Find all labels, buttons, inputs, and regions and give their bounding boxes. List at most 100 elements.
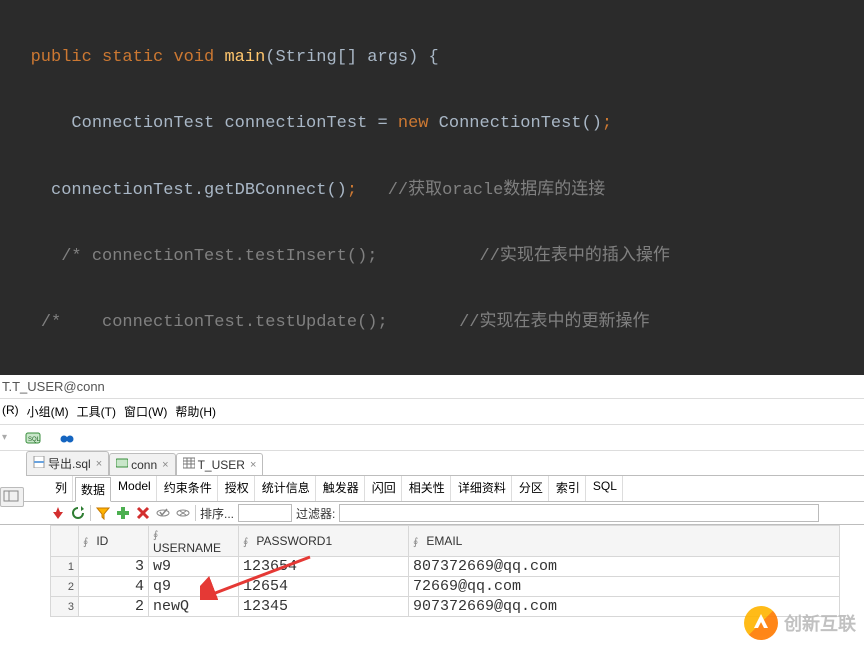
table-row[interactable]: 3 2 newQ 12345 907372669@qq.com [51, 597, 840, 617]
code-line: /* connectionTest.testInsert(); //实现在表中的… [0, 240, 864, 273]
insert-row-icon[interactable] [115, 505, 131, 521]
column-icon: ∮ [243, 537, 253, 548]
collapse-button[interactable] [0, 487, 24, 507]
watermark-logo-icon [744, 606, 778, 640]
main-toolbar: ▾ SQL [0, 425, 864, 451]
data-grid-toolbar: 排序... 过滤器: [0, 502, 864, 525]
comment: /* connectionTest.testUpdate(); [41, 313, 388, 332]
rollback-icon[interactable] [175, 505, 191, 521]
subtab-columns[interactable]: 列 [50, 476, 73, 501]
subtab-stats[interactable]: 统计信息 [257, 476, 316, 501]
filter-icon[interactable] [95, 505, 111, 521]
menu-item-tools[interactable]: 工具(T) [77, 403, 116, 420]
cell-password[interactable]: 12654 [239, 577, 409, 597]
column-label: USERNAME [153, 541, 221, 555]
subtab-index[interactable]: 索引 [551, 476, 586, 501]
menu-item-help[interactable]: 帮助(H) [175, 403, 216, 420]
comment: //实现在表中的更新操作 [459, 313, 649, 332]
subtab-sql[interactable]: SQL [588, 476, 623, 501]
subtab-depend[interactable]: 相关性 [404, 476, 451, 501]
code-text: (String[] args) { [265, 48, 438, 67]
menu-item-group[interactable]: 小组(M) [27, 403, 69, 420]
row-number: 2 [51, 577, 79, 597]
table-row[interactable]: 2 4 q9 12654 72669@qq.com [51, 577, 840, 597]
row-number-header [51, 526, 79, 557]
keyword: static [102, 48, 163, 67]
column-label: PASSWORD1 [256, 534, 332, 548]
pin-icon[interactable] [50, 505, 66, 521]
close-icon[interactable]: × [160, 459, 168, 471]
code-editor[interactable]: public static void main(String[] args) {… [0, 0, 864, 375]
editor-tab-bar: 导出.sql × conn × T_USER × [26, 451, 864, 476]
column-icon: ∮ [153, 530, 163, 541]
column-label: EMAIL [426, 534, 462, 548]
table-row[interactable]: 1 3 w9 123654 807372669@qq.com [51, 557, 840, 577]
sql-icon[interactable]: SQL [25, 430, 41, 446]
cell-password[interactable]: 123654 [239, 557, 409, 577]
code-line: connectionTest.getDBConnect(); //获取oracl… [0, 174, 864, 207]
sql-icon [116, 457, 128, 472]
commit-icon[interactable] [155, 505, 171, 521]
table-header-row: ∮ ID ∮ USERNAME ∮ PASSWORD1 ∮ EMAIL [51, 526, 840, 557]
subtab-model[interactable]: Model [113, 476, 157, 501]
cell-email[interactable]: 807372669@qq.com [409, 557, 840, 577]
filter-input[interactable] [339, 504, 819, 522]
subtab-trigger[interactable]: 触发器 [318, 476, 365, 501]
menu-item-r[interactable]: (R) [2, 403, 19, 420]
column-header-email[interactable]: ∮ EMAIL [409, 526, 840, 557]
subtab-grant[interactable]: 授权 [220, 476, 255, 501]
delete-row-icon[interactable] [135, 505, 151, 521]
cell-username[interactable]: q9 [149, 577, 239, 597]
subtab-data[interactable]: 数据 [75, 477, 111, 502]
refresh-icon[interactable] [70, 505, 86, 521]
db-client: T.T_USER@conn (R) 小组(M) 工具(T) 窗口(W) 帮助(H… [0, 375, 864, 617]
object-sub-tabs: 列 数据 Model 约束条件 授权 统计信息 触发器 闪回 相关性 详细资料 … [0, 476, 864, 502]
row-number: 3 [51, 597, 79, 617]
toolbar-separator: ▾ [2, 432, 7, 443]
column-header-password[interactable]: ∮ PASSWORD1 [239, 526, 409, 557]
cell-id[interactable]: 3 [79, 557, 149, 577]
toolbar-separator [90, 505, 91, 521]
tab-export-sql[interactable]: 导出.sql × [26, 451, 109, 475]
filter-label: 过滤器: [296, 505, 335, 522]
subtab-partition[interactable]: 分区 [514, 476, 549, 501]
comment: //实现在表中的插入操作 [480, 247, 670, 266]
menu-item-window[interactable]: 窗口(W) [124, 403, 167, 420]
close-icon[interactable]: × [94, 458, 102, 470]
data-grid[interactable]: ∮ ID ∮ USERNAME ∮ PASSWORD1 ∮ EMAIL 1 3 … [50, 525, 864, 617]
column-header-username[interactable]: ∮ USERNAME [149, 526, 239, 557]
table-icon [183, 457, 195, 472]
cell-password[interactable]: 12345 [239, 597, 409, 617]
tab-conn[interactable]: conn × [109, 453, 175, 475]
code-text: ConnectionTest connectionTest = [71, 114, 397, 133]
cell-id[interactable]: 2 [79, 597, 149, 617]
subtab-constraint[interactable]: 约束条件 [159, 476, 218, 501]
code-line: public static void main(String[] args) { [0, 41, 864, 74]
column-header-id[interactable]: ∮ ID [79, 526, 149, 557]
tab-label: 导出.sql [48, 455, 91, 472]
tab-label: T_USER [198, 458, 245, 472]
column-label: ID [96, 534, 108, 548]
cell-email[interactable]: 72669@qq.com [409, 577, 840, 597]
cell-username[interactable]: w9 [149, 557, 239, 577]
cell-username[interactable]: newQ [149, 597, 239, 617]
tab-t-user[interactable]: T_USER × [176, 453, 264, 475]
method-name: main [224, 48, 265, 67]
file-icon [33, 456, 45, 471]
close-icon[interactable]: × [248, 459, 256, 471]
binoculars-icon[interactable] [59, 430, 75, 446]
code-line: /* connectionTest.testUpdate(); //实现在表中的… [0, 306, 864, 339]
db-object-title: T.T_USER@conn [0, 375, 864, 399]
svg-text:SQL: SQL [28, 437, 41, 443]
tab-label: conn [131, 458, 157, 472]
subtab-details[interactable]: 详细资料 [453, 476, 512, 501]
keyword: public [31, 48, 92, 67]
cell-id[interactable]: 4 [79, 577, 149, 597]
subtab-flashback[interactable]: 闪回 [367, 476, 402, 501]
code-text: connectionTest.getDBConnect() [51, 181, 347, 200]
sort-input[interactable] [238, 504, 292, 522]
column-icon: ∮ [413, 537, 423, 548]
toolbar-separator [195, 505, 196, 521]
keyword: new [398, 114, 429, 133]
comment: /* connectionTest.testInsert(); [61, 247, 377, 266]
